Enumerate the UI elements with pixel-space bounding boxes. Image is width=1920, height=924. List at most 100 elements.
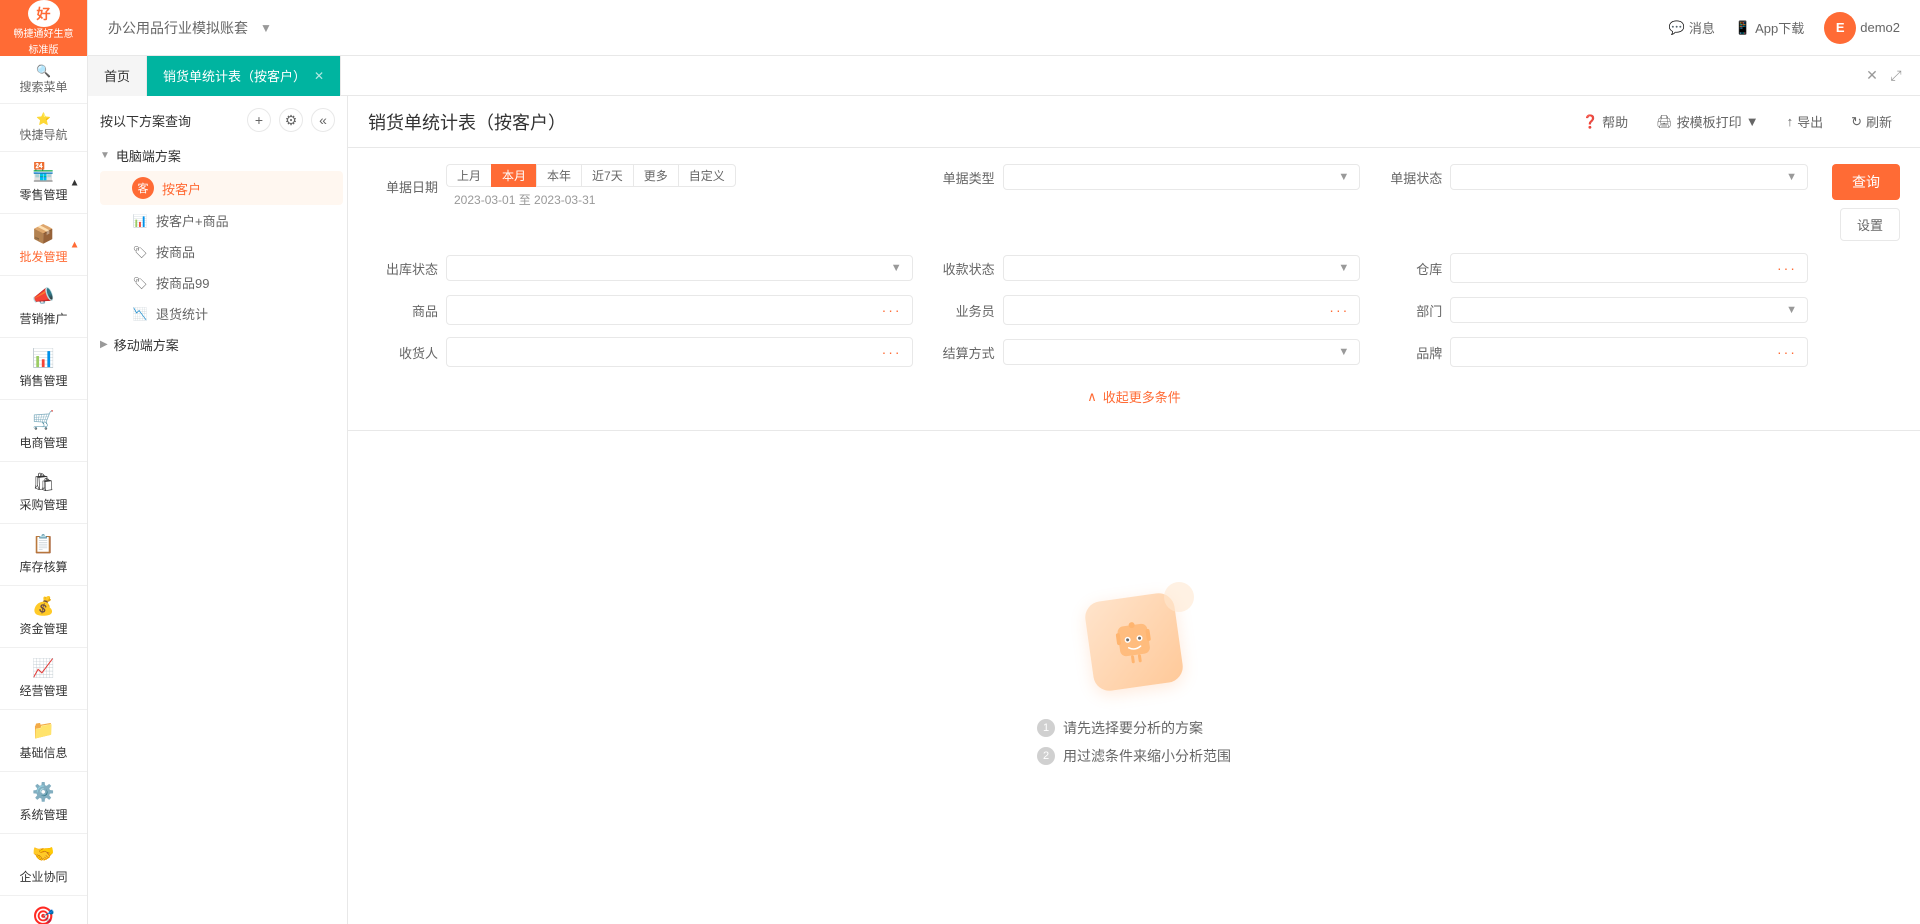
sidebar-item-purchase[interactable]: 🛍 采购管理 bbox=[0, 462, 88, 524]
empty-bot-svg bbox=[1106, 613, 1162, 669]
date-tab-last-7-days[interactable]: 近7天 bbox=[581, 164, 633, 187]
sidebar-item-newbie[interactable]: 🎯 新手引导 bbox=[0, 896, 88, 924]
sidebar-item-inventory[interactable]: 📋 库存核算 bbox=[0, 524, 88, 586]
logo-text: 畅捷通好生意 bbox=[14, 29, 74, 41]
app-header: 办公用品行业模拟账套 ▼ 💬 消息 📱 App下载 E demo2 bbox=[88, 0, 1920, 56]
date-tab-last-month[interactable]: 上月 bbox=[446, 164, 491, 187]
maximize-window-button[interactable]: ⤢ bbox=[1888, 68, 1904, 84]
receipt-select[interactable]: ▼ bbox=[1003, 255, 1361, 281]
sidebar-item-marketing[interactable]: 📣 营销推广 bbox=[0, 276, 88, 338]
message-action[interactable]: 💬 消息 bbox=[1669, 18, 1715, 37]
settings-button[interactable]: 设置 bbox=[1840, 208, 1900, 241]
sidebar-item-enterprise[interactable]: 🤝 企业协同 bbox=[0, 834, 88, 896]
settlement-select[interactable]: ▼ bbox=[1003, 339, 1361, 365]
sidebar-item-ecommerce[interactable]: 🛒 电商管理 bbox=[0, 400, 88, 462]
collapse-panel-button[interactable]: « bbox=[311, 108, 335, 132]
department-select[interactable]: ▼ bbox=[1450, 297, 1808, 323]
main-area: 办公用品行业模拟账套 ▼ 💬 消息 📱 App下载 E demo2 首页 bbox=[88, 0, 1920, 924]
date-tab-current-year[interactable]: 本年 bbox=[536, 164, 581, 187]
left-panel-header: 按以下方案查询 + ⚙ « bbox=[88, 108, 347, 140]
desktop-section-header[interactable]: ▼ 电脑端方案 bbox=[92, 140, 343, 171]
doc-status-select[interactable]: ▼ bbox=[1450, 164, 1808, 190]
mobile-section-header[interactable]: ▶ 移动端方案 bbox=[92, 329, 343, 360]
brand-select[interactable]: ··· bbox=[1450, 337, 1808, 367]
expand-icon: ▲ bbox=[70, 177, 80, 188]
product-select[interactable]: ··· bbox=[446, 295, 913, 325]
logo-sub: 标准版 bbox=[29, 41, 59, 56]
date-tab-custom[interactable]: 自定义 bbox=[678, 164, 736, 187]
help-button[interactable]: ❓ 帮助 bbox=[1574, 108, 1636, 135]
page-header-actions: ❓ 帮助 🖨 按模板打印 ▼ ↑ 导出 ↻ 刷新 bbox=[1574, 108, 1900, 135]
enterprise-icon: 🤝 bbox=[32, 844, 54, 865]
refresh-button[interactable]: ↻ 刷新 bbox=[1843, 108, 1900, 135]
sidebar-item-operations[interactable]: 📈 经营管理 bbox=[0, 648, 88, 710]
receiver-label: 收货人 bbox=[368, 343, 438, 362]
sidebar-item-sales[interactable]: 📊 销售管理 bbox=[0, 338, 88, 400]
section-arrow: ▼ bbox=[100, 150, 110, 161]
sidebar: 好 畅捷通好生意 标准版 🔍 搜索菜单 ⭐ 快捷导航 🏪 零售管理 ▲ 📦 批发… bbox=[0, 0, 88, 924]
add-scheme-button[interactable]: + bbox=[247, 108, 271, 132]
product-dots: ··· bbox=[882, 302, 902, 318]
app-title: 办公用品行业模拟账套 bbox=[108, 18, 248, 38]
template-print-label: 按模板打印 bbox=[1677, 112, 1742, 131]
scheme-by-product-99[interactable]: 🏷 按商品99 bbox=[100, 267, 343, 298]
title-dropdown-arrow[interactable]: ▼ bbox=[260, 21, 272, 35]
sidebar-item-basics[interactable]: 📁 基础信息 bbox=[0, 710, 88, 772]
outbound-arrow: ▼ bbox=[891, 262, 902, 274]
sidebar-item-search[interactable]: 🔍 搜索菜单 bbox=[0, 56, 88, 104]
tab-close-button[interactable]: ✕ bbox=[314, 69, 324, 83]
sidebar-item-wholesale[interactable]: 📦 批发管理 ▲ bbox=[0, 214, 88, 276]
collapse-arrow-icon: ∧ bbox=[1087, 389, 1097, 405]
newbie-icon: 🎯 bbox=[32, 906, 54, 924]
empty-hint-2: 2 用过滤条件来缩小分析范围 bbox=[1037, 746, 1231, 766]
sidebar-logo[interactable]: 好 畅捷通好生意 标准版 bbox=[0, 0, 88, 56]
tab-sales-report[interactable]: 销货单统计表（按客户） ✕ bbox=[147, 56, 341, 96]
scheme-by-customer-product[interactable]: 📊 按客户+商品 bbox=[100, 205, 343, 236]
date-tabs: 上月 本月 本年 近7天 更多 自定义 bbox=[446, 164, 736, 187]
scheme-by-customer[interactable]: 客 按客户 bbox=[100, 171, 343, 205]
refresh-icon: ↻ bbox=[1851, 114, 1862, 130]
settings-icon: ⚙ bbox=[285, 112, 298, 129]
sidebar-item-retail[interactable]: 🏪 零售管理 ▲ bbox=[0, 152, 88, 214]
window-control-buttons: ✕ ⤢ bbox=[1848, 68, 1920, 84]
query-button[interactable]: 查询 bbox=[1832, 164, 1900, 200]
export-button[interactable]: ↑ 导出 bbox=[1779, 108, 1832, 135]
outbound-select[interactable]: ▼ bbox=[446, 255, 913, 281]
ecommerce-icon: 🛒 bbox=[32, 410, 54, 431]
content-area: 按以下方案查询 + ⚙ « ▼ 电脑端方案 bbox=[88, 96, 1920, 924]
brand-dots: ··· bbox=[1777, 344, 1797, 360]
scheme-label: 按商品99 bbox=[156, 273, 209, 292]
system-icon: ⚙️ bbox=[32, 782, 54, 803]
sidebar-item-label: 资金管理 bbox=[19, 620, 67, 637]
tabbar: 首页 销货单统计表（按客户） ✕ ✕ ⤢ bbox=[88, 56, 1920, 96]
settlement-label: 结算方式 bbox=[925, 343, 995, 362]
empty-hint-1: 1 请先选择要分析的方案 bbox=[1037, 718, 1231, 738]
scheme-settings-button[interactable]: ⚙ bbox=[279, 108, 303, 132]
tab-sales-report-label: 销货单统计表（按客户） bbox=[163, 66, 306, 85]
filter-area: 单据日期 上月 本月 本年 近7天 更多 自定义 2023-03-01 至 20… bbox=[348, 148, 1920, 431]
warehouse-label: 仓库 bbox=[1372, 259, 1442, 278]
header-right: 💬 消息 📱 App下载 E demo2 bbox=[1669, 12, 1900, 44]
date-tab-more[interactable]: 更多 bbox=[633, 164, 678, 187]
finance-icon: 💰 bbox=[32, 596, 54, 617]
sidebar-item-finance[interactable]: 💰 资金管理 bbox=[0, 586, 88, 648]
sidebar-item-label: 销售管理 bbox=[19, 372, 67, 389]
receiver-select[interactable]: ··· bbox=[446, 337, 913, 367]
tab-home[interactable]: 首页 bbox=[88, 56, 147, 96]
collapse-filter-button[interactable]: ∧ 收起更多条件 bbox=[1079, 379, 1189, 414]
scheme-by-product[interactable]: 🏷 按商品 bbox=[100, 236, 343, 267]
user-profile[interactable]: E demo2 bbox=[1824, 12, 1900, 44]
close-window-button[interactable]: ✕ bbox=[1864, 68, 1880, 84]
date-tab-current-month[interactable]: 本月 bbox=[491, 164, 536, 187]
warehouse-select[interactable]: ··· bbox=[1450, 253, 1808, 283]
app-download-action[interactable]: 📱 App下载 bbox=[1735, 18, 1804, 37]
sidebar-item-quick-nav[interactable]: ⭐ 快捷导航 bbox=[0, 104, 88, 152]
doc-type-select[interactable]: ▼ bbox=[1003, 164, 1361, 190]
receiver-dots: ··· bbox=[882, 344, 902, 360]
template-print-button[interactable]: 🖨 按模板打印 ▼ bbox=[1648, 108, 1766, 135]
doc-type-label: 单据类型 bbox=[925, 168, 995, 187]
scheme-return-stats[interactable]: 📉 退货统计 bbox=[100, 298, 343, 329]
user-avatar: E bbox=[1824, 12, 1856, 44]
salesperson-select[interactable]: ··· bbox=[1003, 295, 1361, 325]
sidebar-item-system[interactable]: ⚙️ 系统管理 bbox=[0, 772, 88, 834]
